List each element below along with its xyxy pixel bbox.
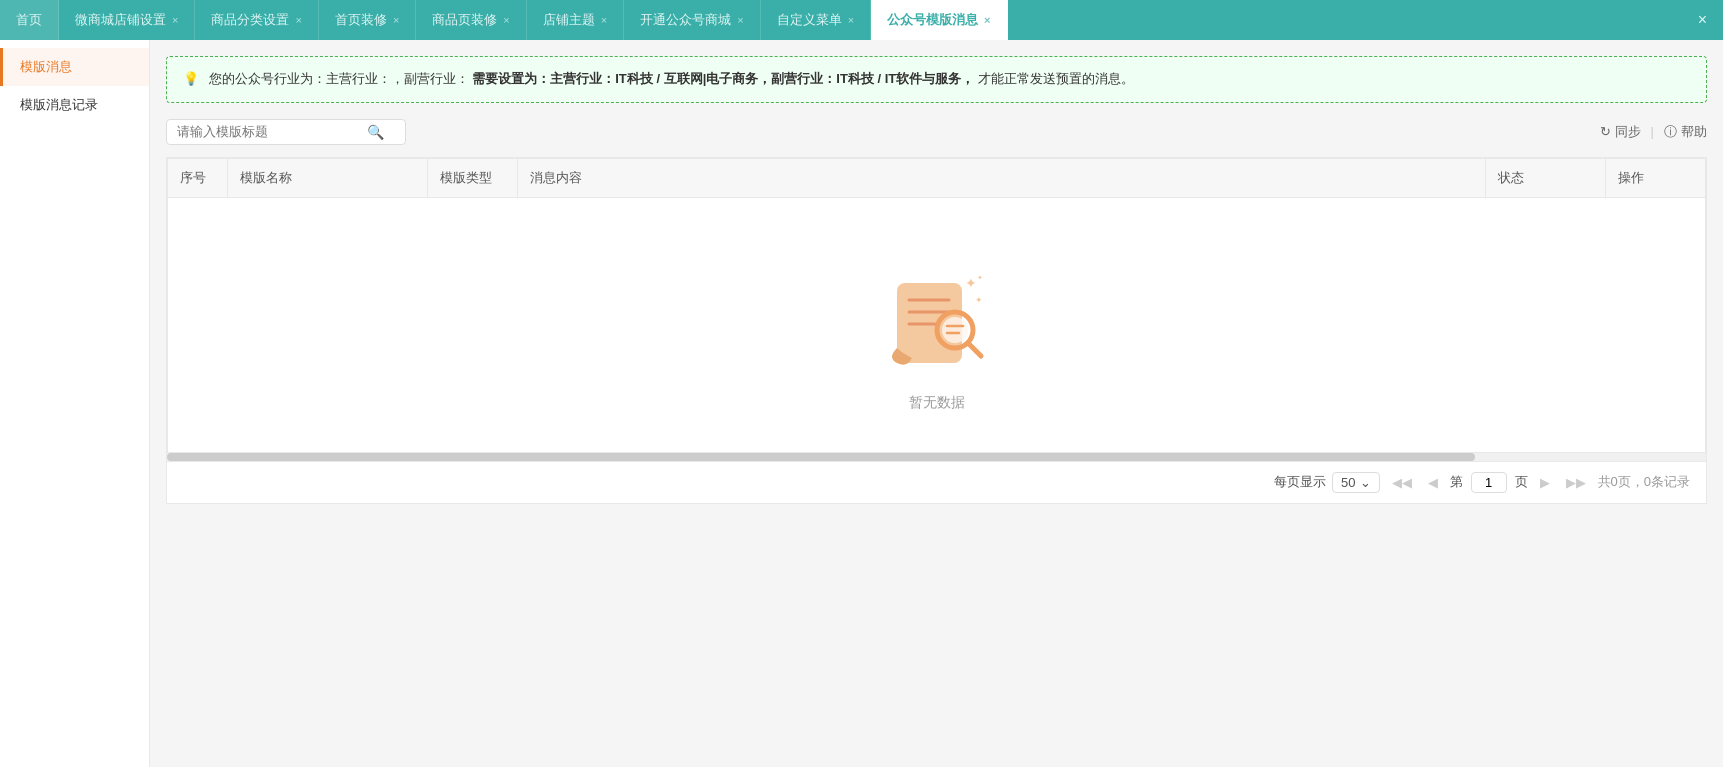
tab-home[interactable]: 首页 (0, 0, 59, 40)
col-name: 模版名称 (228, 158, 428, 197)
tab-home-decor-label: 首页装修 (335, 11, 387, 29)
tab-custom-menu[interactable]: 自定义菜单 × (761, 0, 871, 40)
svg-text:✦: ✦ (965, 275, 977, 291)
empty-state-row: ✦ ✦ ✦ 暂无数据 (168, 197, 1706, 452)
notice-icon: 💡 (183, 71, 199, 86)
notice-suffix: 才能正常发送预置的消息。 (978, 71, 1134, 86)
tab-wechat-shop-label: 微商城店铺设置 (75, 11, 166, 29)
page-input[interactable] (1471, 472, 1507, 493)
empty-icon: ✦ ✦ ✦ (877, 258, 997, 378)
table-header-row: 序号 模版名称 模版类型 消息内容 状态 操作 (168, 158, 1706, 197)
tab-template-msg[interactable]: 公众号模版消息 × (871, 0, 1007, 40)
notice-prefix: 您的公众号行业为：主营行业：，副营行业： (209, 71, 469, 86)
page-size-label: 每页显示 (1274, 473, 1326, 491)
svg-point-6 (942, 317, 968, 343)
svg-text:✦: ✦ (977, 274, 983, 281)
pagination: 每页显示 50 ⌄ ◀◀ ◀ 第 页 ▶ ▶▶ 共0页，0条记录 (167, 461, 1706, 503)
empty-state: ✦ ✦ ✦ 暂无数据 (168, 198, 1705, 452)
tab-shop-theme[interactable]: 店铺主题 × (527, 0, 624, 40)
page-label: 第 (1450, 473, 1463, 491)
sync-icon: ↻ (1600, 124, 1611, 139)
help-icon: ⓘ (1664, 123, 1677, 141)
horizontal-scrollbar[interactable] (167, 453, 1706, 461)
sidebar-item-template-record[interactable]: 模版消息记录 (0, 86, 149, 124)
tab-template-msg-close[interactable]: × (984, 14, 990, 26)
tab-product-decor-label: 商品页装修 (432, 11, 497, 29)
tab-template-msg-label: 公众号模版消息 (887, 11, 978, 29)
scrollbar-thumb[interactable] (167, 453, 1475, 461)
col-seq: 序号 (168, 158, 228, 197)
sidebar-item-template-msg-label: 模版消息 (20, 59, 72, 74)
tab-wechat-shop[interactable]: 微商城店铺设置 × (59, 0, 195, 40)
tab-product-category-close[interactable]: × (295, 14, 301, 26)
sidebar: 模版消息 模版消息记录 (0, 40, 150, 767)
tab-home-decor[interactable]: 首页装修 × (319, 0, 416, 40)
page-size-select: 每页显示 50 ⌄ (1274, 472, 1379, 493)
svg-text:✦: ✦ (975, 295, 983, 305)
search-icon[interactable]: 🔍 (367, 124, 384, 140)
tab-home-decor-close[interactable]: × (393, 14, 399, 26)
sidebar-item-template-record-label: 模版消息记录 (20, 97, 98, 112)
sync-label: 同步 (1615, 123, 1641, 141)
first-page-btn[interactable]: ◀◀ (1388, 473, 1416, 492)
search-bar: 🔍 ↻ 同步 | ⓘ 帮助 (166, 119, 1707, 145)
tab-shop-theme-label: 店铺主题 (543, 11, 595, 29)
table-area: 序号 模版名称 模版类型 消息内容 状态 操作 (166, 157, 1707, 504)
action-divider: | (1651, 124, 1654, 139)
tab-product-decor-close[interactable]: × (503, 14, 509, 26)
tab-home-label: 首页 (16, 11, 42, 29)
page-size-dropdown[interactable]: 50 ⌄ (1332, 472, 1379, 493)
main-layout: 模版消息 模版消息记录 💡 您的公众号行业为：主营行业：，副营行业： 需要设置为… (0, 40, 1723, 767)
tab-custom-menu-close[interactable]: × (848, 14, 854, 26)
tab-wechat-shop-close[interactable]: × (172, 14, 178, 26)
chevron-down-icon: ⌄ (1360, 475, 1371, 490)
sidebar-item-template-msg[interactable]: 模版消息 (0, 48, 149, 86)
last-page-btn[interactable]: ▶▶ (1562, 473, 1590, 492)
page-unit: 页 (1515, 473, 1528, 491)
notice-box: 💡 您的公众号行业为：主营行业：，副营行业： 需要设置为：主营行业：IT科技 /… (166, 56, 1707, 103)
data-table: 序号 模版名称 模版类型 消息内容 状态 操作 (167, 158, 1706, 453)
col-content: 消息内容 (518, 158, 1486, 197)
main-content: 💡 您的公众号行业为：主营行业：，副营行业： 需要设置为：主营行业：IT科技 /… (150, 40, 1723, 767)
total-info: 共0页，0条记录 (1598, 473, 1690, 491)
tab-open-mall-close[interactable]: × (737, 14, 743, 26)
tab-bar: 首页 微商城店铺设置 × 商品分类设置 × 首页装修 × 商品页装修 × 店铺主… (0, 0, 1723, 40)
sync-button[interactable]: ↻ 同步 (1600, 123, 1641, 141)
tab-shop-theme-close[interactable]: × (601, 14, 607, 26)
col-status: 状态 (1486, 158, 1606, 197)
empty-text: 暂无数据 (168, 394, 1705, 412)
svg-line-7 (968, 343, 981, 356)
tab-custom-menu-label: 自定义菜单 (777, 11, 842, 29)
search-input-wrap: 🔍 (166, 119, 406, 145)
tab-product-category[interactable]: 商品分类设置 × (195, 0, 318, 40)
col-action: 操作 (1606, 158, 1706, 197)
notice-highlight: 需要设置为：主营行业：IT科技 / 互联网|电子商务，副营行业：IT科技 / I… (472, 71, 974, 86)
tab-bar-close-btn[interactable]: × (1682, 11, 1723, 29)
empty-state-cell: ✦ ✦ ✦ 暂无数据 (168, 197, 1706, 452)
prev-page-btn[interactable]: ◀ (1424, 473, 1442, 492)
search-actions: ↻ 同步 | ⓘ 帮助 (1600, 123, 1707, 141)
search-input[interactable] (177, 124, 367, 139)
tab-product-category-label: 商品分类设置 (211, 11, 289, 29)
tab-open-mall-label: 开通公众号商城 (640, 11, 731, 29)
help-label: 帮助 (1681, 123, 1707, 141)
help-button[interactable]: ⓘ 帮助 (1664, 123, 1707, 141)
next-page-btn[interactable]: ▶ (1536, 473, 1554, 492)
tab-product-decor[interactable]: 商品页装修 × (416, 0, 526, 40)
page-size-value: 50 (1341, 475, 1355, 490)
col-type: 模版类型 (428, 158, 518, 197)
tab-open-mall[interactable]: 开通公众号商城 × (624, 0, 760, 40)
